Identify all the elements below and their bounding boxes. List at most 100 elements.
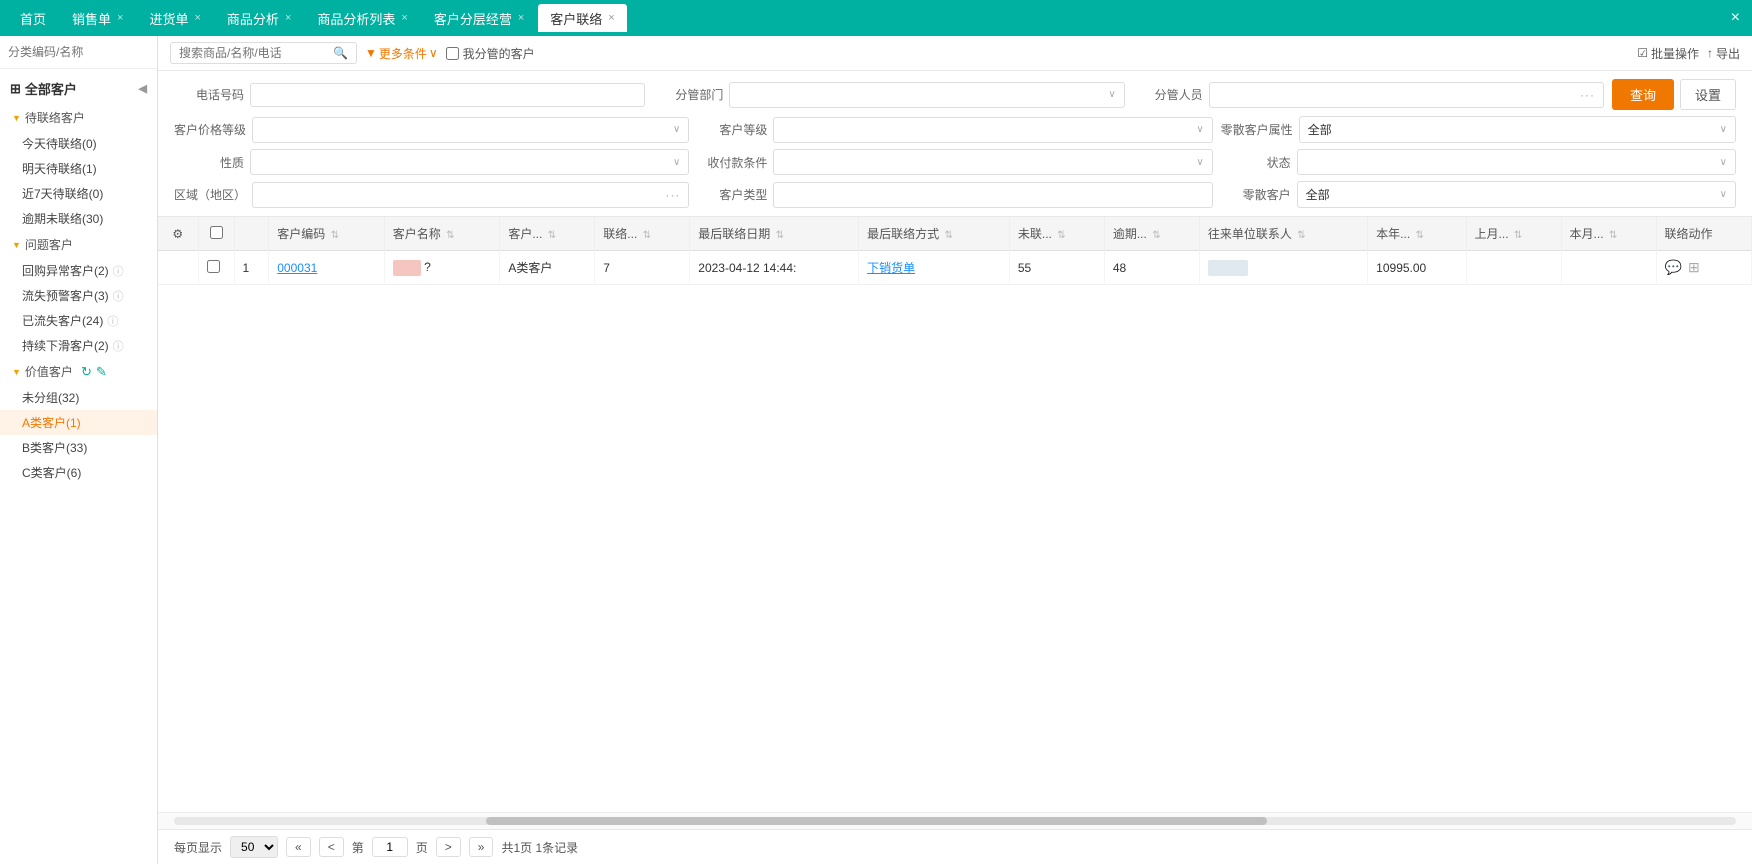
adv-label-customer-type: 客户类型 (697, 186, 767, 203)
filter-search-icon[interactable]: 🔍 (333, 46, 348, 60)
th-no-contact[interactable]: 未联... ⇅ (1009, 217, 1104, 251)
page-size-select[interactable]: 50 (230, 836, 278, 858)
my-customers-filter[interactable]: 我分管的客户 (446, 45, 535, 62)
close-contact-icon[interactable]: × (608, 12, 614, 24)
close-analysis-list-icon[interactable]: × (401, 12, 407, 24)
sidebar-item-ungroup[interactable]: 未分组(32) (0, 385, 157, 410)
adv-input-customer-type[interactable] (773, 182, 1212, 208)
th-contacts[interactable]: 联络... ⇅ (595, 217, 690, 251)
td-seq: 1 (234, 251, 269, 285)
batch-op-button[interactable]: ☑ 批量操作 (1637, 45, 1699, 62)
th-check[interactable] (198, 217, 234, 251)
adv-input-price-level[interactable]: ∨ (252, 117, 689, 143)
sidebar-item-repurchase[interactable]: 回购异常客户(2) ⓘ (0, 258, 157, 283)
adv-input-nature[interactable]: ∨ (250, 149, 689, 175)
sparse-dropdown-icon: ∨ (1720, 189, 1727, 200)
td-code[interactable]: 000031 (269, 251, 385, 285)
sidebar-item-loss-warning[interactable]: 流失预警客户(3) ⓘ (0, 283, 157, 308)
filter-more-button[interactable]: ▼ 更多条件 ∨ (365, 45, 438, 62)
last-page-button[interactable]: » (469, 837, 494, 857)
adv-input-sparse[interactable]: 全部 ∨ (1297, 181, 1736, 208)
sidebar-tri-value: ▼ (12, 367, 21, 377)
advanced-filters: 电话号码 分管部门 ∨ 分管人员 ··· (158, 71, 1752, 217)
nav-tab-purchase[interactable]: 进货单 × (137, 4, 212, 32)
close-sales-icon[interactable]: × (117, 12, 123, 24)
sort-last-month-icon: ⇅ (1514, 230, 1522, 241)
horizontal-scrollbar[interactable] (174, 817, 1736, 825)
adv-input-region[interactable]: ··· (252, 182, 689, 208)
sidebar-group-pending[interactable]: ▼ 待联络客户 (0, 104, 157, 131)
adv-input-status[interactable]: ∨ (1297, 149, 1736, 175)
adv-label-phone: 电话号码 (174, 86, 244, 103)
nav-tab-customer-segment[interactable]: 客户分层经营 × (422, 4, 536, 32)
qr-icon[interactable]: ⊞ (1688, 259, 1700, 276)
td-last-method[interactable]: 下销货单 (859, 251, 1010, 285)
close-analysis-icon[interactable]: × (285, 12, 291, 24)
sidebar-item-declining[interactable]: 持续下滑客户(2) ⓘ (0, 333, 157, 358)
close-all-button[interactable]: × (1727, 9, 1744, 27)
sidebar-item-lost[interactable]: 已流失客户(24) ⓘ (0, 308, 157, 333)
th-last-month[interactable]: 上月... ⇅ (1466, 217, 1561, 251)
chat-icon[interactable]: 💬 (1665, 259, 1682, 276)
th-overdue[interactable]: 逾期... ⇅ (1104, 217, 1199, 251)
adv-input-manager[interactable]: ··· (1209, 82, 1604, 108)
td-last-date: 2023-04-12 14:44: (690, 251, 859, 285)
sidebar-item-7days[interactable]: 近7天待联络(0) (0, 181, 157, 206)
filter-icon: ▼ (365, 46, 377, 60)
query-button[interactable]: 查询 (1612, 79, 1674, 110)
sidebar-collapse-icon[interactable]: ◀ (139, 82, 147, 95)
sidebar-search-input[interactable] (8, 45, 163, 59)
sidebar-item-overdue[interactable]: 逾期未联络(30) (0, 206, 157, 231)
next-page-button[interactable]: > (436, 837, 461, 857)
th-last-date[interactable]: 最后联络日期 ⇅ (690, 217, 859, 251)
adv-input-sparse-attr[interactable]: 全部 ∨ (1299, 116, 1736, 143)
page-label: 第 (352, 839, 364, 856)
sidebar-all-customers[interactable]: ⊞ 全部客户 ◀ (0, 73, 157, 104)
nav-home[interactable]: 首页 (8, 4, 58, 32)
th-gear[interactable]: ⚙ (158, 217, 198, 251)
info-icon-loss: ⓘ (113, 288, 124, 304)
nav-tab-analysis[interactable]: 商品分析 × (215, 4, 303, 32)
customer-level-dropdown-icon: ∨ (1196, 124, 1203, 135)
sidebar-group-problem[interactable]: ▼ 问题客户 (0, 231, 157, 258)
th-code[interactable]: 客户编码 ⇅ (269, 217, 385, 251)
adv-input-dept[interactable]: ∨ (729, 82, 1124, 108)
select-all-checkbox[interactable] (210, 226, 223, 239)
batch-op-icon: ☑ (1637, 46, 1648, 60)
info-icon-lost: ⓘ (107, 313, 118, 329)
adv-input-customer-level[interactable]: ∨ (773, 117, 1212, 143)
sidebar-group-value[interactable]: ▼ 价值客户 ↻ ✎ (0, 358, 157, 385)
nav-tab-customer-contact[interactable]: 客户联络 × (538, 4, 626, 32)
th-company-contact[interactable]: 往来单位联系人 ⇅ (1199, 217, 1367, 251)
adv-input-phone[interactable] (250, 83, 645, 107)
th-this-year[interactable]: 本年... ⇅ (1368, 217, 1466, 251)
value-refresh-icon[interactable]: ↻ (81, 364, 92, 380)
th-last-method[interactable]: 最后联络方式 ⇅ (859, 217, 1010, 251)
my-customers-checkbox[interactable] (446, 47, 459, 60)
th-type[interactable]: 客户... ⇅ (500, 217, 595, 251)
sidebar-item-today[interactable]: 今天待联络(0) (0, 131, 157, 156)
adv-input-payment[interactable]: ∨ (773, 149, 1212, 175)
sidebar-item-tomorrow[interactable]: 明天待联络(1) (0, 156, 157, 181)
th-name[interactable]: 客户名称 ⇅ (384, 217, 500, 251)
close-purchase-icon[interactable]: × (194, 12, 200, 24)
filter-search-input[interactable] (179, 46, 329, 60)
th-this-month[interactable]: 本月... ⇅ (1561, 217, 1656, 251)
sidebar-item-c-class[interactable]: C类客户(6) (0, 460, 157, 485)
page-number-input[interactable] (372, 837, 408, 857)
export-button[interactable]: ↑ 导出 (1707, 45, 1740, 62)
status-dropdown-icon: ∨ (1720, 157, 1727, 168)
adv-label-price-level: 客户价格等级 (174, 121, 246, 138)
sidebar-item-b-class[interactable]: B类客户(33) (0, 435, 157, 460)
nav-tab-analysis-list[interactable]: 商品分析列表 × (305, 4, 419, 32)
settings-button[interactable]: 设置 (1680, 79, 1736, 110)
prev-page-button[interactable]: < (319, 837, 344, 857)
value-edit-icon[interactable]: ✎ (96, 364, 107, 380)
nav-tab-sales[interactable]: 销售单 × (60, 4, 135, 32)
close-segment-icon[interactable]: × (518, 12, 524, 24)
sidebar-item-a-class[interactable]: A类客户(1) (0, 410, 157, 435)
first-page-button[interactable]: « (286, 837, 311, 857)
sidebar-search-area: 🔍 (0, 36, 157, 69)
td-check[interactable] (198, 251, 234, 285)
row-checkbox[interactable] (207, 260, 220, 273)
